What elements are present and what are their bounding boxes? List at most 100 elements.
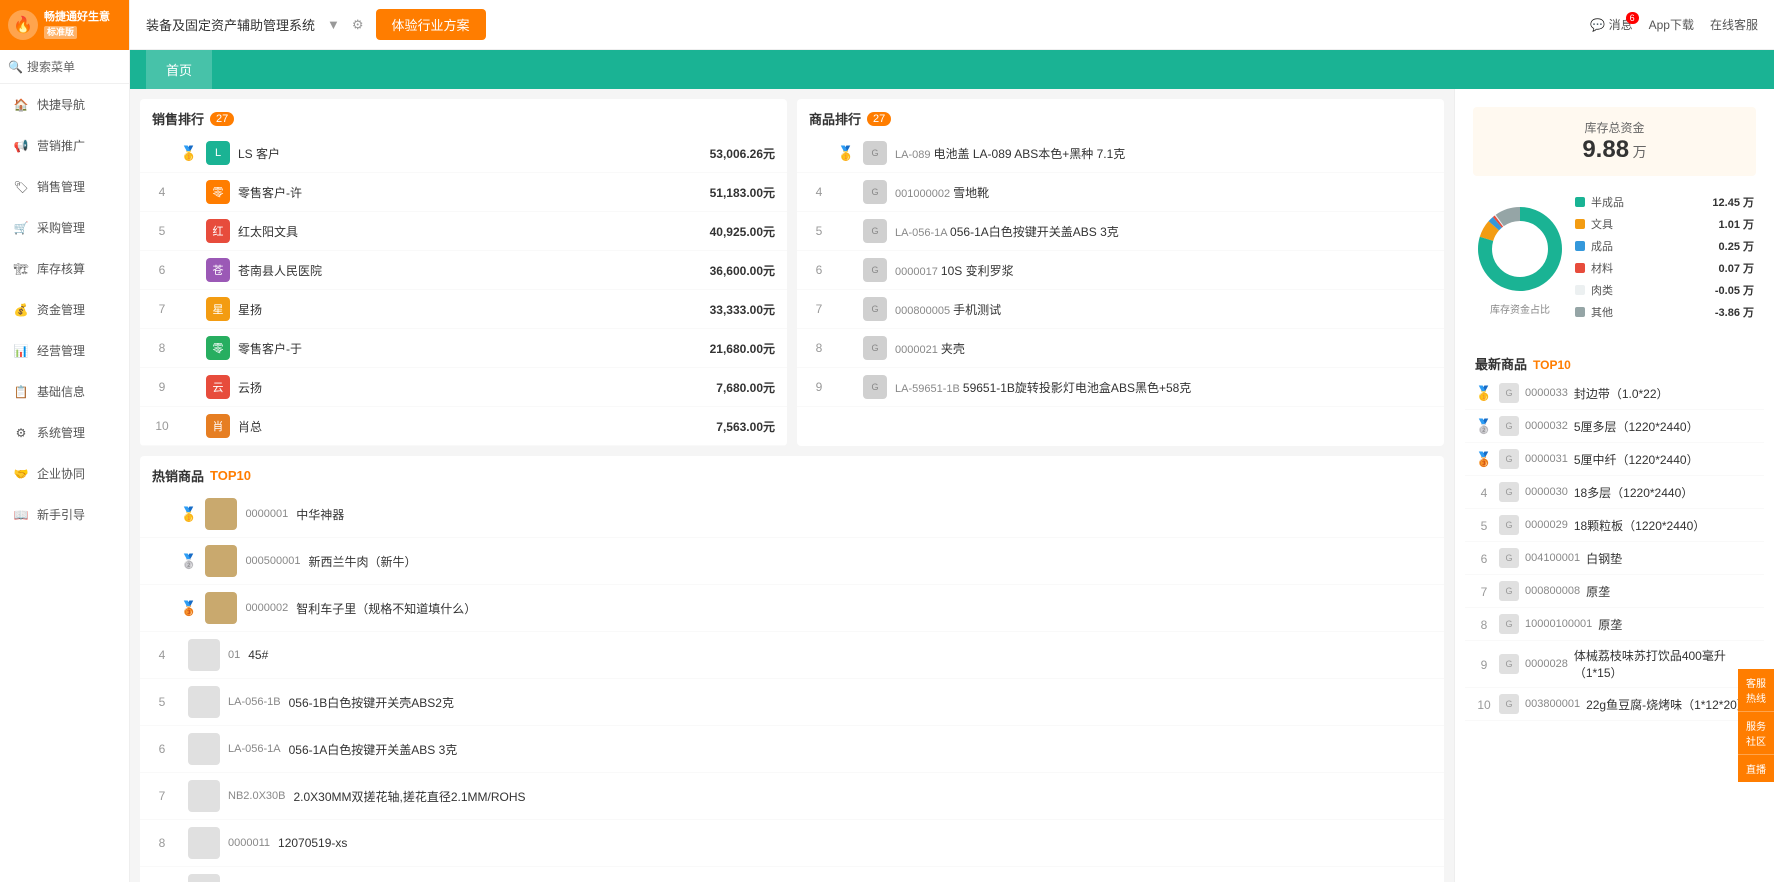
latest-products-top: TOP10 (1533, 358, 1571, 372)
legend-label: 成品 (1591, 238, 1713, 254)
settings-icon[interactable]: ⚙ (352, 17, 364, 33)
sales-ranking-panel: 销售排行 27 🥇 L LS 客户 53,006.26元 4 零 零售客户-许 … (140, 99, 787, 446)
product-info: LA-056-1A 056-1A白色按键开关盖ABS 3克 (895, 223, 1432, 240)
latest-rank: 🥇 (1475, 385, 1493, 402)
latest-product-code: 0000028 (1525, 658, 1568, 670)
product-code: 0000002 (245, 602, 288, 614)
latest-product-icon: G (1499, 614, 1519, 634)
rank-number: 7 (809, 302, 829, 316)
list-item: 8 G 10000100001 原垄 (1465, 608, 1764, 641)
sidebar-item-finance[interactable]: 💰资金管理 (0, 289, 129, 330)
latest-product-icon: G (1499, 654, 1519, 674)
latest-product-name: 22g鱼豆腐-烧烤味（1*12*20） (1586, 696, 1749, 713)
rank-medal (837, 261, 855, 279)
product-name: 雪地靴 (953, 186, 989, 200)
app-download[interactable]: App下载 (1649, 16, 1694, 33)
top-rankings: 销售排行 27 🥇 L LS 客户 53,006.26元 4 零 零售客户-许 … (140, 99, 1444, 456)
sidebar-item-operations[interactable]: 📊经营管理 (0, 330, 129, 371)
rank-number: 4 (152, 185, 172, 199)
sidebar-icon-guide: 📖 (13, 507, 29, 523)
float-btn[interactable]: 服务社区 (1738, 712, 1774, 755)
product-code: 000800005 (895, 305, 953, 317)
list-item: 5 G 0000029 18颗粒板（1220*2440） (1465, 509, 1764, 542)
latest-rank: 9 (1475, 657, 1493, 672)
legend-value: 1.01 万 (1719, 216, 1754, 232)
content-area: 销售排行 27 🥇 L LS 客户 53,006.26元 4 零 零售客户-许 … (130, 89, 1774, 882)
search-icon: 🔍 (8, 60, 23, 74)
product-info: 000800005 手机测试 (895, 301, 1432, 318)
tab-home[interactable]: 首页 (146, 50, 212, 89)
table-row: 🥇 L LS 客户 53,006.26元 (140, 134, 787, 173)
product-code: LA-056-1A (228, 743, 281, 755)
rank-number: 8 (809, 341, 829, 355)
latest-products-title: 最新商品 (1475, 354, 1527, 373)
sidebar-item-purchase[interactable]: 🛒采购管理 (0, 207, 129, 248)
list-item: 6 G 004100001 白钢垫 (1465, 542, 1764, 575)
latest-products-panel: 最新商品 TOP10 🥇 G 0000033 封边带（1.0*22） 🥈 G 0… (1465, 346, 1764, 721)
latest-rank: 10 (1475, 697, 1493, 712)
sidebar-item-marketing[interactable]: 📢营销推广 (0, 125, 129, 166)
sidebar-item-basic-info[interactable]: 📋基础信息 (0, 371, 129, 412)
legend-dot (1575, 197, 1585, 207)
product-code: LA-089 (895, 149, 934, 161)
list-item: 8 0000011 12070519-xs (140, 820, 1444, 867)
rank-medal (180, 339, 198, 357)
table-row: 5 红 红太阳文具 40,925.00元 (140, 212, 787, 251)
nav-tabs: 首页 (130, 50, 1774, 89)
sidebar-item-inventory[interactable]: 🏗库存核算 (0, 248, 129, 289)
rank-medal (180, 417, 198, 435)
legend-item: 材料 0.07 万 (1575, 260, 1754, 276)
avatar: 星 (206, 297, 230, 321)
float-btn[interactable]: 直播 (1738, 755, 1774, 782)
product-code: LA-056-1B (228, 696, 281, 708)
sidebar-item-guide[interactable]: 📖新手引导 (0, 494, 129, 535)
inventory-total-value: 9.88 (1582, 136, 1629, 163)
table-row: 7 星 星扬 33,333.00元 (140, 290, 787, 329)
product-icon: G (863, 219, 887, 243)
rank-number: 7 (152, 302, 172, 316)
customer-name: LS 客户 (238, 145, 702, 162)
product-name: 智利车子里（规格不知道填什么） (296, 600, 476, 617)
latest-rank: 7 (1475, 584, 1493, 599)
sidebar-icon-operations: 📊 (13, 343, 29, 359)
trial-button[interactable]: 体验行业方案 (376, 9, 486, 40)
sidebar-item-quick-nav[interactable]: 🏠快捷导航 (0, 84, 129, 125)
legend-value: 0.25 万 (1719, 238, 1754, 254)
legend-value: -3.86 万 (1715, 304, 1754, 320)
sidebar-item-sales[interactable]: 🏷销售管理 (0, 166, 129, 207)
search-menu[interactable]: 🔍 搜索菜单 (0, 50, 129, 84)
product-thumbnail (188, 733, 220, 765)
latest-product-icon: G (1499, 515, 1519, 535)
sidebar-icon-enterprise: 🤝 (13, 466, 29, 482)
latest-products-header: 最新商品 TOP10 (1465, 346, 1764, 377)
online-service[interactable]: 在线客服 (1710, 16, 1758, 33)
latest-rank: 🥉 (1475, 451, 1493, 468)
dropdown-arrow-icon[interactable]: ▼ (327, 17, 340, 32)
legend-label: 肉类 (1591, 282, 1709, 298)
product-name: 手机测试 (953, 303, 1001, 317)
sale-amount: 40,925.00元 (710, 223, 775, 240)
list-item: 4 01 45# (140, 632, 1444, 679)
product-icon: G (863, 336, 887, 360)
products-ranking-badge: 27 (867, 112, 891, 126)
inventory-panel: 库存总资金 9.88 万 (1465, 99, 1764, 336)
float-btn[interactable]: 客服热线 (1738, 669, 1774, 712)
products-ranking-panel: 商品排行 27 🥇 G LA-089 电池盖 LA-089 ABS本色+黑种 7… (797, 99, 1444, 446)
sidebar-item-system[interactable]: ⚙系统管理 (0, 412, 129, 453)
product-name: 59651-1B旋转投影灯电池盒ABS黑色+58克 (963, 381, 1191, 395)
rank-medal (180, 261, 198, 279)
product-code: 0000011 (228, 837, 270, 849)
product-thumbnail (188, 780, 220, 812)
latest-product-name: 原垄 (1586, 583, 1610, 600)
product-name: 45# (248, 648, 268, 662)
avatar: 肖 (206, 414, 230, 438)
message-badge[interactable]: 💬 消息 6 (1590, 16, 1632, 33)
table-row: 10 肖 肖总 7,563.00元 (140, 407, 787, 446)
sidebar-item-enterprise[interactable]: 🤝企业协同 (0, 453, 129, 494)
legend-label: 文具 (1591, 216, 1713, 232)
product-name: 12070519-xs (278, 836, 347, 850)
main-area: 装备及固定资产辅助管理系统 ▼ ⚙ 体验行业方案 💬 消息 6 App下载 在线… (130, 0, 1774, 882)
inventory-total-unit: 万 (1633, 144, 1647, 160)
sale-amount: 7,563.00元 (716, 418, 775, 435)
avatar: 红 (206, 219, 230, 243)
